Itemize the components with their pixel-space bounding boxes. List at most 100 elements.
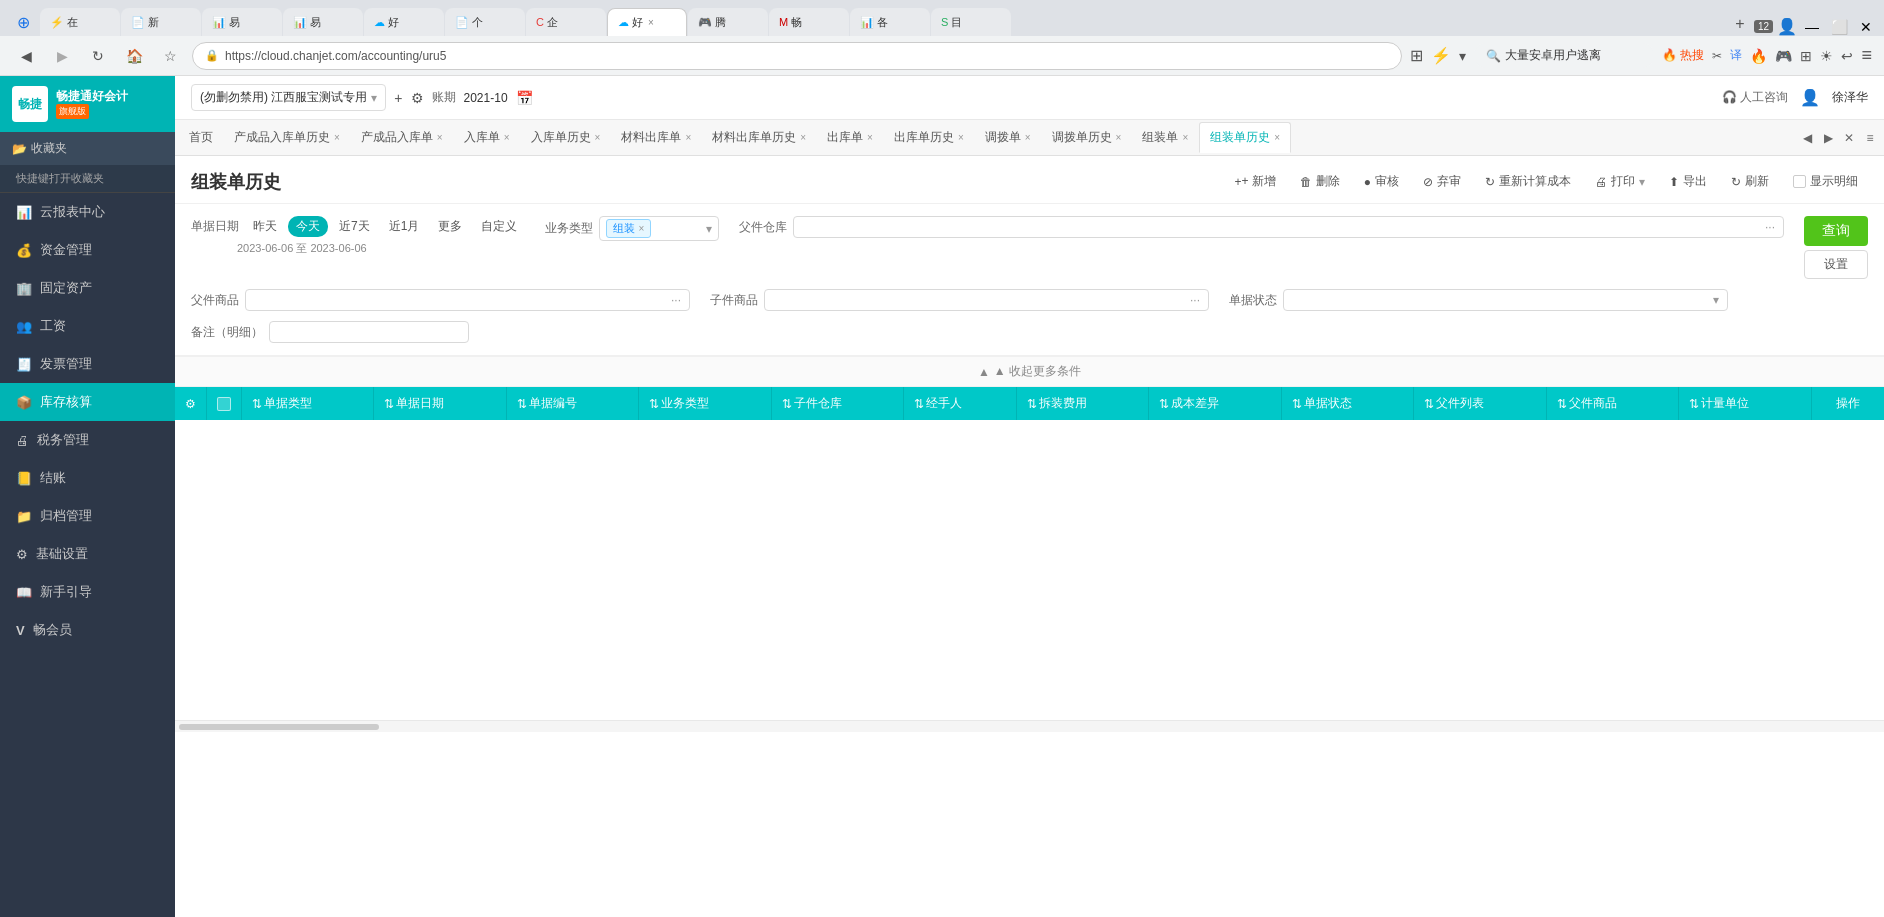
sidebar-item-invoice[interactable]: 🧾 发票管理: [0, 345, 175, 383]
checkbox-all[interactable]: [217, 397, 231, 411]
tab-material-out[interactable]: 材料出库单 ×: [611, 123, 701, 152]
browser-tab[interactable]: 🎮腾: [688, 8, 768, 36]
tag-close-icon[interactable]: ×: [638, 223, 644, 234]
sidebar-item-salary[interactable]: 👥 工资: [0, 307, 175, 345]
back-btn[interactable]: ◀: [12, 42, 40, 70]
bookmark-btn[interactable]: ☆: [156, 42, 184, 70]
sidebar-item-member[interactable]: V 畅会员: [0, 611, 175, 649]
tab-out-order[interactable]: 出库单 ×: [817, 123, 883, 152]
sidebar-item-tax[interactable]: 🖨 税务管理: [0, 421, 175, 459]
tab-close-icon[interactable]: ×: [958, 132, 964, 143]
tab-home[interactable]: 首页: [179, 123, 223, 152]
tab-close-icon[interactable]: ×: [1274, 132, 1280, 143]
tab-close-icon[interactable]: ×: [437, 132, 443, 143]
th-date[interactable]: ⇅ 单据日期: [374, 387, 506, 420]
cut-icon[interactable]: ✂: [1712, 49, 1722, 63]
th-disassemble-fee[interactable]: ⇅ 拆装费用: [1017, 387, 1149, 420]
sidebar-item-reports[interactable]: 📊 云报表中心: [0, 193, 175, 231]
child-goods-input[interactable]: ···: [764, 289, 1209, 311]
status-input[interactable]: ▾: [1283, 289, 1728, 311]
th-unit[interactable]: ⇅ 计量单位: [1679, 387, 1811, 420]
scroll-left-btn[interactable]: ◀: [1797, 128, 1817, 148]
home-btn[interactable]: 🏠: [120, 42, 148, 70]
delete-btn[interactable]: 🗑 删除: [1290, 168, 1350, 195]
address-bar[interactable]: 🔒 https://cloud.chanjet.com/accounting/u…: [192, 42, 1402, 70]
nav-dropdown[interactable]: ▾: [1459, 48, 1466, 64]
set-btn[interactable]: 设置: [1804, 250, 1868, 279]
scroll-right-btn[interactable]: ▶: [1818, 128, 1838, 148]
undo-icon[interactable]: ↩: [1841, 48, 1853, 64]
checkbox-detail[interactable]: [1793, 175, 1806, 188]
tab-close-icon[interactable]: ×: [867, 132, 873, 143]
new-tab-btn[interactable]: +: [1728, 12, 1752, 36]
browser-tab[interactable]: 📊易: [202, 8, 282, 36]
tab-transfer-history[interactable]: 调拨单历史 ×: [1042, 123, 1132, 152]
query-btn[interactable]: 查询: [1804, 216, 1868, 246]
close-btn[interactable]: ✕: [1856, 19, 1876, 35]
tab-transfer[interactable]: 调拨单 ×: [975, 123, 1041, 152]
translate-icon[interactable]: 译: [1730, 47, 1742, 64]
turbo-btn[interactable]: ⚡: [1431, 46, 1451, 65]
th-settings[interactable]: ⚙: [175, 387, 207, 420]
print-btn[interactable]: 🖨 打印 ▾: [1585, 168, 1655, 195]
tab-assembly-history[interactable]: 组装单历史 ×: [1199, 122, 1291, 153]
tab-in-order[interactable]: 入库单 ×: [454, 123, 520, 152]
emoji-icon[interactable]: 🔥: [1750, 48, 1767, 64]
export-btn[interactable]: ⬆ 导出: [1659, 168, 1717, 195]
browser-tab[interactable]: 📄新: [121, 8, 201, 36]
browser-tab[interactable]: 📊各: [850, 8, 930, 36]
parent-goods-input[interactable]: ···: [245, 289, 690, 311]
recalc-btn[interactable]: ↻ 重新计算成本: [1475, 168, 1581, 195]
tab-product-in[interactable]: 产成品入库单 ×: [351, 123, 453, 152]
grid-icon[interactable]: ⊞: [1800, 48, 1812, 64]
browser-tab[interactable]: M畅: [769, 8, 849, 36]
sidebar-item-guide[interactable]: 📖 新手引导: [0, 573, 175, 611]
date-btn-today[interactable]: 今天: [288, 216, 328, 237]
th-handler[interactable]: ⇅ 经手人: [904, 387, 1017, 420]
tab-in-history[interactable]: 入库单历史 ×: [521, 123, 611, 152]
th-status[interactable]: ⇅ 单据状态: [1281, 387, 1413, 420]
reload-btn[interactable]: ↻: [84, 42, 112, 70]
add-company-btn[interactable]: +: [394, 90, 402, 106]
tab-material-out-history[interactable]: 材料出库单历史 ×: [702, 123, 816, 152]
menu-icon[interactable]: ≡: [1861, 45, 1872, 66]
date-btn-yesterday[interactable]: 昨天: [245, 216, 285, 237]
browser-tab[interactable]: 📄个: [445, 8, 525, 36]
tab-out-history[interactable]: 出库单历史 ×: [884, 123, 974, 152]
tab-close-icon[interactable]: ×: [595, 132, 601, 143]
browser-tab[interactable]: ⚡在: [40, 8, 120, 36]
search-box[interactable]: 🔍 大量安卓用户逃离: [1474, 43, 1654, 68]
th-parent-list[interactable]: ⇅ 父件列表: [1414, 387, 1546, 420]
company-selector[interactable]: (勿删勿禁用) 江西服宝测试专用 ▾: [191, 84, 386, 111]
date-btn-custom[interactable]: 自定义: [473, 216, 525, 237]
tab-close-icon[interactable]: ×: [648, 17, 654, 28]
game-icon[interactable]: 🎮: [1775, 48, 1792, 64]
abandon-btn[interactable]: ⊘ 弃审: [1413, 168, 1471, 195]
th-parent-goods[interactable]: ⇅ 父件商品: [1546, 387, 1678, 420]
browser-tab-active[interactable]: ☁好×: [607, 8, 687, 36]
audit-btn[interactable]: ● 审核: [1354, 168, 1409, 195]
browser-tab[interactable]: ☁好: [364, 8, 444, 36]
refresh-btn[interactable]: ↻ 刷新: [1721, 168, 1779, 195]
sun-icon[interactable]: ☀: [1820, 48, 1833, 64]
forward-btn[interactable]: ▶: [48, 42, 76, 70]
tab-product-in-history[interactable]: 产成品入库单历史 ×: [224, 123, 350, 152]
tab-close-icon[interactable]: ×: [1116, 132, 1122, 143]
close-tab-btn[interactable]: ✕: [1839, 128, 1859, 148]
sidebar-item-inventory[interactable]: 📦 库存核算: [0, 383, 175, 421]
th-biz-type[interactable]: ⇅ 业务类型: [639, 387, 771, 420]
th-type[interactable]: ⇅ 单据类型: [242, 387, 374, 420]
new-btn[interactable]: + + 新增: [1224, 168, 1285, 195]
tab-close-icon[interactable]: ×: [1025, 132, 1031, 143]
tab-menu-btn[interactable]: ≡: [1860, 128, 1880, 148]
sidebar-item-account[interactable]: 📒 结账: [0, 459, 175, 497]
parent-warehouse-input[interactable]: ···: [793, 216, 1784, 238]
th-number[interactable]: ⇅ 单据编号: [506, 387, 638, 420]
tab-assembly[interactable]: 组装单 ×: [1132, 123, 1198, 152]
date-btn-1month[interactable]: 近1月: [381, 216, 428, 237]
qr-btn[interactable]: ⊞: [1410, 46, 1423, 65]
sidebar-item-assets[interactable]: 🏢 固定资产: [0, 269, 175, 307]
date-btn-7days[interactable]: 近7天: [331, 216, 378, 237]
th-cost-diff[interactable]: ⇅ 成本差异: [1149, 387, 1281, 420]
business-type-input[interactable]: 组装 × ▾: [599, 216, 719, 241]
